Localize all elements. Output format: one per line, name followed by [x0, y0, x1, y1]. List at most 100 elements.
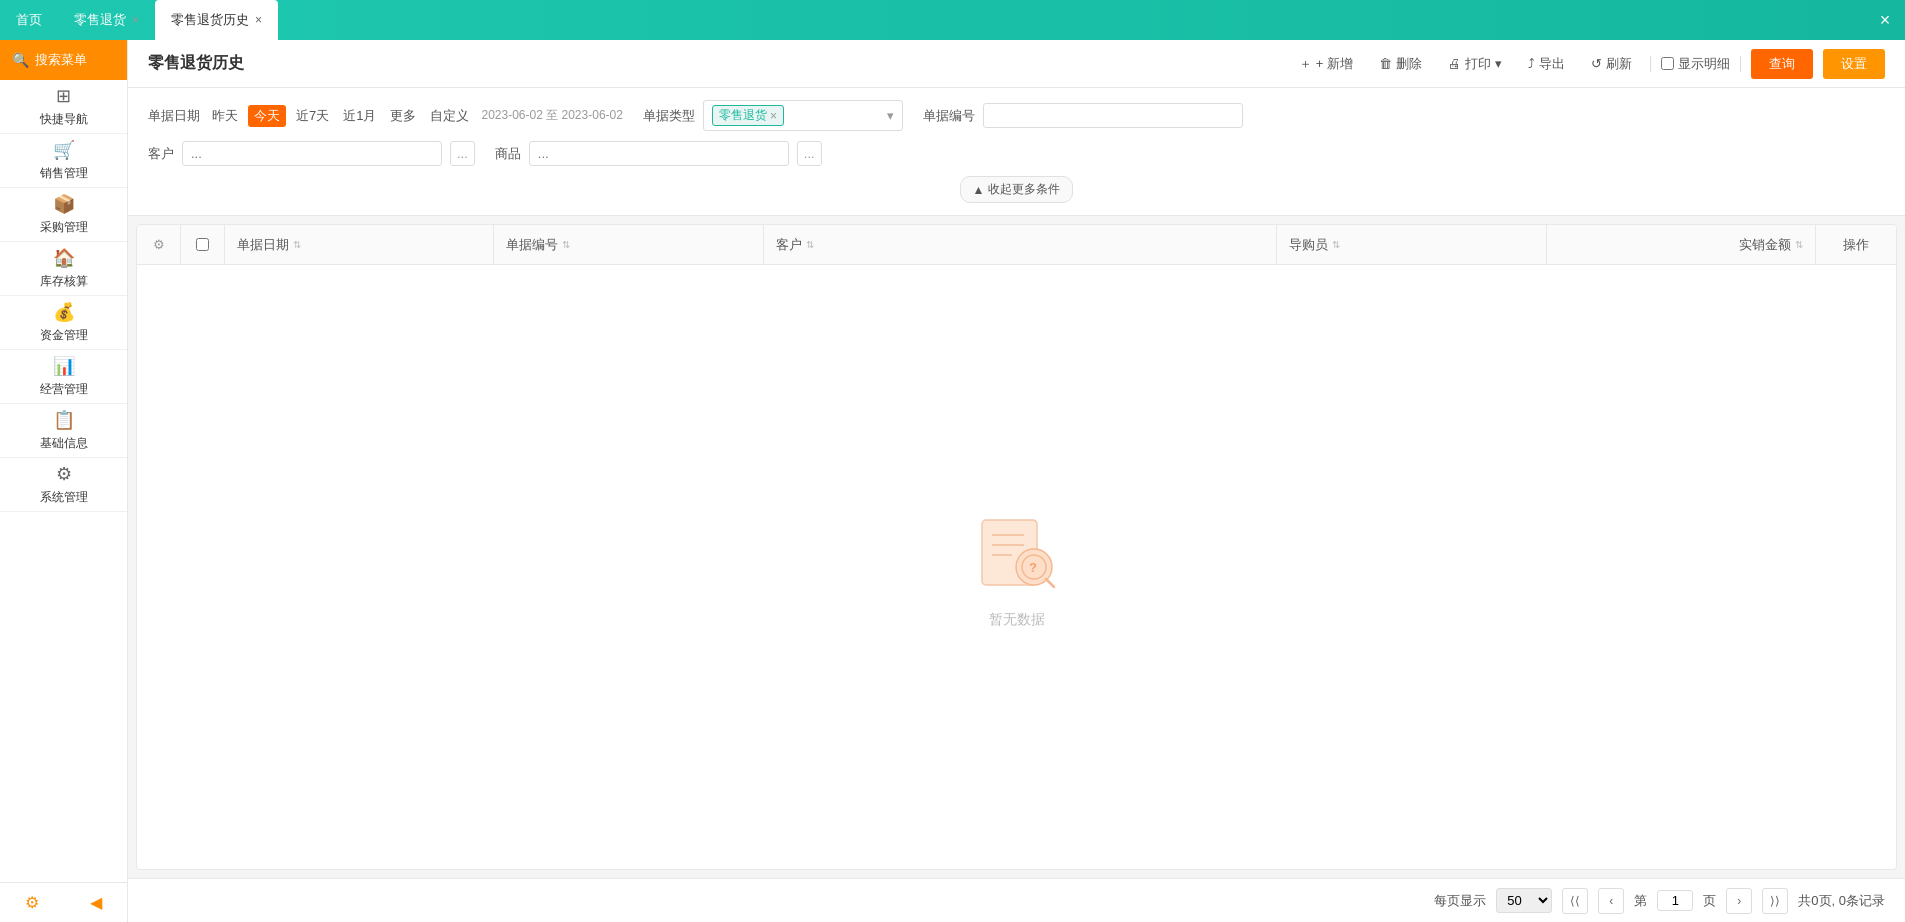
export-button[interactable]: ⤴ 导出 — [1520, 51, 1573, 77]
bill-no-label: 单据编号 — [923, 107, 975, 125]
th-date-sort-icon[interactable]: ⇅ — [293, 239, 301, 250]
quick-nav-icon: ⊞ — [56, 85, 71, 107]
total-info: 共0页, 0条记录 — [1798, 892, 1885, 910]
collapse-sidebar-icon[interactable]: ◀ — [90, 893, 102, 912]
delete-button[interactable]: 🗑 删除 — [1371, 51, 1430, 77]
sidebar-item-sys-mgmt[interactable]: ⚙ 系统管理 — [0, 458, 127, 512]
action-divider — [1650, 56, 1651, 72]
bill-type-tag-close[interactable]: × — [770, 109, 777, 123]
customer-input[interactable] — [182, 141, 442, 166]
page-prev-button[interactable]: ‹ — [1598, 888, 1624, 914]
collapse-button[interactable]: ▲ 收起更多条件 — [960, 176, 1074, 203]
add-label: + 新增 — [1316, 55, 1353, 73]
collapse-bar: ▲ 收起更多条件 — [148, 176, 1885, 203]
add-icon: ＋ — [1299, 55, 1312, 73]
page-first-button[interactable]: ⟨⟨ — [1562, 888, 1588, 914]
sidebar-item-quick-nav[interactable]: ⊞ 快捷导航 — [0, 80, 127, 134]
date-opt-yesterday[interactable]: 昨天 — [208, 105, 242, 127]
filter-goods: 商品 ... — [495, 141, 822, 166]
sales-mgmt-icon: 🛒 — [53, 139, 75, 161]
export-label: 导出 — [1539, 55, 1565, 73]
settings-bottom-icon[interactable]: ⚙ — [25, 893, 39, 912]
th-billno-label: 单据编号 — [506, 236, 558, 254]
th-billno-sort-icon[interactable]: ⇅ — [562, 239, 570, 250]
date-opt-more[interactable]: 更多 — [386, 105, 420, 127]
table-container: ⚙ 单据日期 ⇅ 单据编号 ⇅ 客户 ⇅ 导购员 — [136, 224, 1897, 870]
filter-row-2: 客户 ... 商品 ... — [148, 141, 1885, 166]
date-options: 昨天 今天 近7天 近1月 更多 自定义 — [208, 105, 473, 127]
print-arrow-icon: ▾ — [1495, 56, 1502, 71]
sidebar-item-label: 资金管理 — [40, 327, 88, 344]
sidebar-item-purchase-mgmt[interactable]: 📦 采购管理 — [0, 188, 127, 242]
filter-date: 单据日期 昨天 今天 近7天 近1月 更多 自定义 2023-06-02 至 2… — [148, 105, 623, 127]
main-layout: 🔍 搜索菜单 ⊞ 快捷导航 🛒 销售管理 📦 采购管理 🏠 库存核算 💰 — [0, 40, 1905, 922]
print-label: 打印 — [1465, 55, 1491, 73]
sidebar-bottom: ⚙ ◀ — [0, 882, 127, 922]
sidebar-search-label: 搜索菜单 — [35, 51, 87, 69]
page-unit: 页 — [1703, 892, 1716, 910]
add-button[interactable]: ＋ + 新增 — [1291, 51, 1361, 77]
print-button[interactable]: 🖨 打印 ▾ — [1440, 51, 1510, 77]
query-button[interactable]: 查询 — [1751, 49, 1813, 79]
th-customer-label: 客户 — [776, 236, 802, 254]
refresh-button[interactable]: ↺ 刷新 — [1583, 51, 1640, 77]
th-guide-sort-icon[interactable]: ⇅ — [1332, 239, 1340, 250]
bill-no-input[interactable] — [983, 103, 1243, 128]
date-opt-custom[interactable]: 自定义 — [426, 105, 473, 127]
page-size-select[interactable]: 50 100 200 — [1496, 888, 1552, 913]
column-settings-icon[interactable]: ⚙ — [153, 237, 165, 252]
empty-state-icon: ? — [972, 505, 1062, 595]
table-header: ⚙ 单据日期 ⇅ 单据编号 ⇅ 客户 ⇅ 导购员 — [137, 225, 1896, 265]
top-bar: 首页 零售退货 × 零售退货历史 × × — [0, 0, 1905, 40]
delete-icon: 🗑 — [1379, 56, 1392, 71]
tab-retail-return-history[interactable]: 零售退货历史 × — [155, 0, 278, 40]
th-amount-sort-icon[interactable]: ⇅ — [1795, 239, 1803, 250]
page-size-label: 每页显示 — [1434, 892, 1486, 910]
th-billno: 单据编号 ⇅ — [494, 225, 763, 264]
date-opt-1month[interactable]: 近1月 — [339, 105, 380, 127]
customer-ellipsis-button[interactable]: ... — [450, 141, 475, 166]
sidebar-item-basic-info[interactable]: 📋 基础信息 — [0, 404, 127, 458]
page-title: 零售退货历史 — [148, 53, 1291, 74]
tab-list: 首页 零售退货 × 零售退货历史 × — [0, 0, 1865, 40]
sidebar-item-label: 采购管理 — [40, 219, 88, 236]
show-detail-input[interactable] — [1661, 57, 1674, 70]
sidebar-item-label: 经营管理 — [40, 381, 88, 398]
window-close-button[interactable]: × — [1865, 0, 1905, 40]
collapse-up-icon: ▲ — [973, 183, 985, 197]
goods-ellipsis-button[interactable]: ... — [797, 141, 822, 166]
tab-retail-return[interactable]: 零售退货 × — [58, 0, 155, 40]
th-customer-sort-icon[interactable]: ⇅ — [806, 239, 814, 250]
delete-label: 删除 — [1396, 55, 1422, 73]
sidebar-item-inventory[interactable]: 🏠 库存核算 — [0, 242, 127, 296]
tab-retail-return-close[interactable]: × — [132, 13, 139, 27]
sidebar-item-operations[interactable]: 📊 经营管理 — [0, 350, 127, 404]
sidebar-item-label: 库存核算 — [40, 273, 88, 290]
page-last-button[interactable]: ⟩⟩ — [1762, 888, 1788, 914]
svg-line-6 — [1046, 579, 1054, 587]
sidebar-search-button[interactable]: 🔍 搜索菜单 — [0, 40, 127, 80]
sidebar-item-sales-mgmt[interactable]: 🛒 销售管理 — [0, 134, 127, 188]
goods-label: 商品 — [495, 145, 521, 163]
bill-type-select[interactable]: 零售退货 × ▾ — [703, 100, 903, 131]
date-opt-today[interactable]: 今天 — [248, 105, 286, 127]
select-all-checkbox[interactable] — [196, 238, 209, 251]
sidebar-item-finance[interactable]: 💰 资金管理 — [0, 296, 127, 350]
page-number-input[interactable] — [1657, 890, 1693, 911]
th-date-label: 单据日期 — [237, 236, 289, 254]
goods-input[interactable] — [529, 141, 789, 166]
empty-state: ? 暂无数据 — [137, 265, 1896, 869]
collapse-label: 收起更多条件 — [988, 181, 1060, 198]
page-next-button[interactable]: › — [1726, 888, 1752, 914]
date-opt-7days[interactable]: 近7天 — [292, 105, 333, 127]
tab-home[interactable]: 首页 — [0, 0, 58, 40]
sidebar-item-label: 基础信息 — [40, 435, 88, 452]
tab-retail-return-history-close[interactable]: × — [255, 13, 262, 27]
refresh-label: 刷新 — [1606, 55, 1632, 73]
date-filter-label: 单据日期 — [148, 107, 200, 125]
settings-button[interactable]: 设置 — [1823, 49, 1885, 79]
sidebar-item-label: 系统管理 — [40, 489, 88, 506]
show-detail-checkbox[interactable]: 显示明细 — [1661, 55, 1730, 73]
th-check — [181, 225, 225, 264]
bill-type-tag-value: 零售退货 — [719, 107, 767, 124]
